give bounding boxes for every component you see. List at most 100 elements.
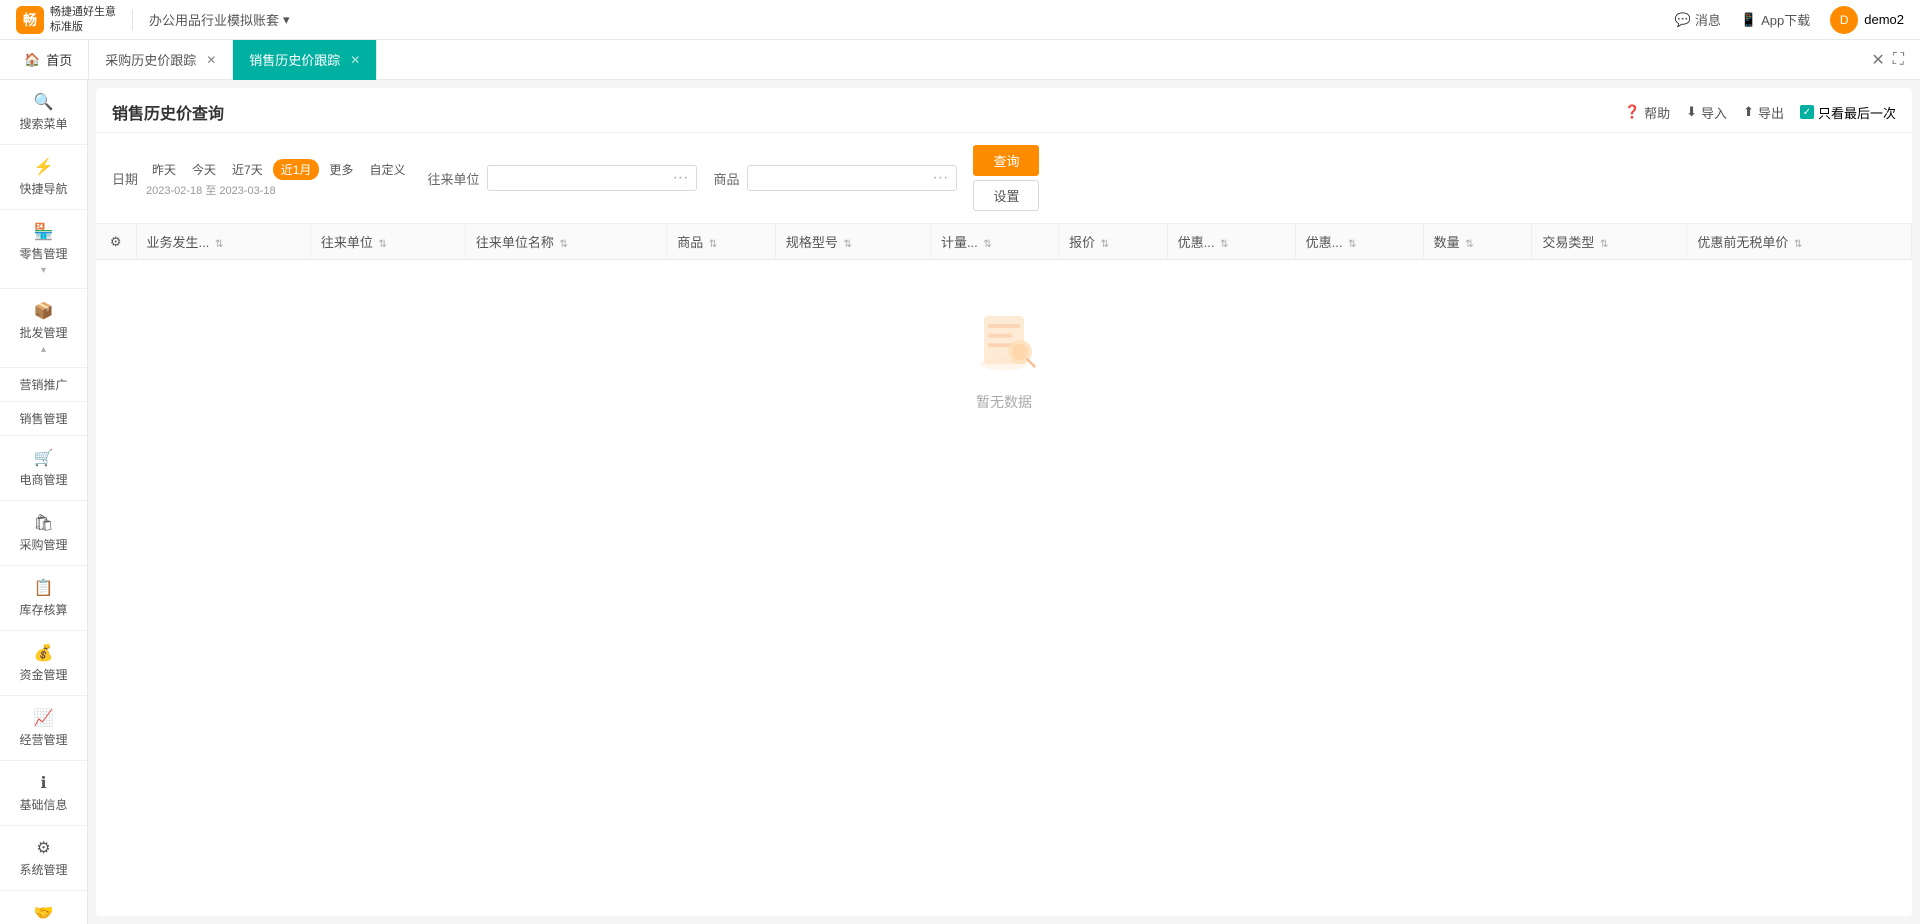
finance-icon: 💰 bbox=[34, 643, 54, 663]
date-btn-today[interactable]: 今天 bbox=[186, 159, 222, 180]
sidebar-item-search-menu[interactable]: 🔍 搜索菜单 bbox=[0, 80, 87, 145]
tab-purchase-history[interactable]: 采购历史价跟踪 ✕ bbox=[89, 40, 233, 80]
col-pre-discount-price[interactable]: 优惠前无税单价 ⇅ bbox=[1687, 224, 1912, 260]
wholesale-icon: 📦 bbox=[34, 301, 54, 321]
col-discount2[interactable]: 优惠... ⇅ bbox=[1295, 224, 1423, 260]
col-quantity[interactable]: 数量 ⇅ bbox=[1423, 224, 1532, 260]
product-input[interactable] bbox=[756, 171, 932, 186]
sidebar-item-enterprise-collab[interactable]: 🤝 企业协同 bbox=[0, 891, 87, 924]
filter-area: 日期 昨天 今天 近7天 近1月 更多 自定义 2023-02-18 至 202… bbox=[96, 133, 1912, 224]
tab-sales-history[interactable]: 销售历史价跟踪 ✕ bbox=[233, 40, 377, 80]
username: demo2 bbox=[1864, 12, 1904, 27]
sidebar-item-finance[interactable]: 💰 资金管理 bbox=[0, 631, 87, 696]
empty-state: 暂无数据 bbox=[96, 260, 1912, 452]
sort-icon: ⇅ bbox=[559, 239, 567, 250]
data-table: ⚙ 业务发生... ⇅ 往来单位 ⇅ 往来单位名称 ⇅ bbox=[96, 224, 1912, 260]
product-filter-group: 商品 ··· bbox=[713, 165, 957, 191]
home-icon: 🏠 bbox=[24, 52, 40, 68]
sidebar-item-inventory[interactable]: 📋 库存核算 bbox=[0, 566, 87, 631]
date-btn-yesterday[interactable]: 昨天 bbox=[146, 159, 182, 180]
content-area: 销售历史价查询 ❓ 帮助 ⬇ 导入 ⬆ 导出 ✓ bbox=[88, 80, 1920, 924]
filter-buttons: 查询 设置 bbox=[973, 145, 1039, 211]
sidebar-item-quick-nav[interactable]: ⚡ 快捷导航 bbox=[0, 145, 87, 210]
retail-icon: 🏪 bbox=[34, 222, 54, 242]
main-layout: 🔍 搜索菜单 ⚡ 快捷导航 🏪 零售管理 ▾ 📦 批发管理 ▴ 营销推广 销售管… bbox=[0, 80, 1920, 924]
sort-icon: ⇅ bbox=[378, 239, 386, 250]
partner-input-wrap: ··· bbox=[487, 165, 697, 191]
app-selector[interactable]: 办公用品行业模拟账套 ▾ bbox=[149, 10, 290, 29]
sidebar-item-operation[interactable]: 📈 经营管理 bbox=[0, 696, 87, 761]
page-header: 销售历史价查询 ❓ 帮助 ⬇ 导入 ⬆ 导出 ✓ bbox=[96, 88, 1912, 133]
help-icon: ❓ bbox=[1624, 104, 1640, 120]
col-trade-type[interactable]: 交易类型 ⇅ bbox=[1532, 224, 1687, 260]
purchase-icon: 🛍 bbox=[33, 513, 53, 533]
page-header-actions: ❓ 帮助 ⬇ 导入 ⬆ 导出 ✓ 只看最后一次 bbox=[1624, 103, 1896, 122]
col-settings[interactable]: ⚙ bbox=[96, 224, 136, 260]
sidebar-item-retail-mgmt[interactable]: 🏪 零售管理 ▾ bbox=[0, 210, 87, 289]
sidebar-item-ecommerce-mgmt[interactable]: 🛒 电商管理 bbox=[0, 436, 87, 501]
quick-nav-icon: ⚡ bbox=[34, 157, 54, 177]
chevron-down-icon: ▾ bbox=[283, 12, 290, 28]
tab-close-purchase[interactable]: ✕ bbox=[206, 53, 216, 67]
sort-icon: ⇅ bbox=[844, 239, 852, 250]
import-button[interactable]: ⬇ 导入 bbox=[1686, 103, 1727, 122]
search-icon: 🔍 bbox=[34, 92, 54, 112]
date-filter-wrap: 昨天 今天 近7天 近1月 更多 自定义 2023-02-18 至 2023-0… bbox=[146, 159, 411, 198]
sort-icon: ⇅ bbox=[709, 239, 717, 250]
table-header-row: ⚙ 业务发生... ⇅ 往来单位 ⇅ 往来单位名称 ⇅ bbox=[96, 224, 1912, 260]
tab-maximize-icon[interactable]: ⛶ bbox=[1893, 51, 1904, 69]
help-button[interactable]: ❓ 帮助 bbox=[1624, 103, 1670, 122]
sidebar-item-system-mgmt[interactable]: ⚙ 系统管理 bbox=[0, 826, 87, 891]
col-discount1[interactable]: 优惠... ⇅ bbox=[1167, 224, 1295, 260]
col-unit[interactable]: 计量... ⇅ bbox=[930, 224, 1058, 260]
sidebar-item-marketing[interactable]: 营销推广 bbox=[0, 368, 87, 402]
col-quote-price[interactable]: 报价 ⇅ bbox=[1058, 224, 1167, 260]
sidebar-item-purchase-mgmt[interactable]: 🛍 采购管理 bbox=[0, 501, 87, 566]
sidebar-item-sales-mgmt[interactable]: 销售管理 bbox=[0, 402, 87, 436]
sort-icon: ⇅ bbox=[1348, 239, 1356, 250]
app-download-action[interactable]: 📱 App下载 bbox=[1741, 10, 1810, 29]
logo-icon: 畅 bbox=[16, 6, 44, 34]
info-icon: ℹ bbox=[40, 773, 46, 793]
export-button[interactable]: ⬆ 导出 bbox=[1743, 103, 1784, 122]
date-btn-1month[interactable]: 近1月 bbox=[273, 159, 320, 180]
tab-bar: 🏠 首页 采购历史价跟踪 ✕ 销售历史价跟踪 ✕ ✕ ⛶ bbox=[0, 40, 1920, 80]
date-btn-7days[interactable]: 近7天 bbox=[226, 159, 269, 180]
message-icon: 💬 bbox=[1675, 12, 1691, 28]
date-label: 日期 bbox=[112, 169, 138, 188]
tab-close-sales[interactable]: ✕ bbox=[350, 53, 360, 67]
header-left: 畅 畅捷通好生意 标准版 办公用品行业模拟账套 ▾ bbox=[16, 5, 290, 34]
sort-icon: ⇅ bbox=[1600, 239, 1608, 250]
inventory-icon: 📋 bbox=[34, 578, 54, 598]
logo-area: 畅 畅捷通好生意 标准版 bbox=[16, 5, 116, 34]
sort-icon: ⇅ bbox=[1794, 239, 1802, 250]
page-title: 销售历史价查询 bbox=[112, 100, 224, 124]
collab-icon: 🤝 bbox=[34, 903, 54, 923]
only-latest-checkbox-group[interactable]: ✓ 只看最后一次 bbox=[1800, 103, 1896, 122]
query-button[interactable]: 查询 bbox=[973, 145, 1039, 176]
partner-filter-group: 往来单位 ··· bbox=[427, 165, 697, 191]
tab-bar-right: ✕ ⛶ bbox=[1871, 50, 1912, 70]
only-latest-checkbox[interactable]: ✓ bbox=[1800, 105, 1814, 119]
col-biz-date[interactable]: 业务发生... ⇅ bbox=[136, 224, 310, 260]
col-partner-name[interactable]: 往来单位名称 ⇅ bbox=[465, 224, 666, 260]
date-btn-custom[interactable]: 自定义 bbox=[363, 159, 411, 180]
date-btn-more[interactable]: 更多 bbox=[323, 159, 359, 180]
col-product[interactable]: 商品 ⇅ bbox=[667, 224, 776, 260]
ecommerce-icon: 🛒 bbox=[34, 448, 54, 468]
col-spec[interactable]: 规格型号 ⇅ bbox=[775, 224, 930, 260]
partner-picker-icon[interactable]: ··· bbox=[672, 169, 688, 187]
sidebar-item-basic-info[interactable]: ℹ 基础信息 bbox=[0, 761, 87, 826]
export-icon: ⬆ bbox=[1743, 104, 1754, 120]
message-action[interactable]: 💬 消息 bbox=[1675, 10, 1721, 29]
partner-input[interactable] bbox=[496, 171, 672, 186]
empty-text: 暂无数据 bbox=[976, 392, 1032, 412]
settings-button[interactable]: 设置 bbox=[973, 180, 1039, 211]
sidebar-item-wholesale-mgmt[interactable]: 📦 批发管理 ▴ bbox=[0, 289, 87, 368]
tab-home[interactable]: 🏠 首页 bbox=[8, 40, 89, 80]
import-icon: ⬇ bbox=[1686, 104, 1697, 120]
user-area[interactable]: D demo2 bbox=[1830, 6, 1904, 34]
col-partner-code[interactable]: 往来单位 ⇅ bbox=[310, 224, 465, 260]
product-picker-icon[interactable]: ··· bbox=[932, 169, 948, 187]
tab-close-all-icon[interactable]: ✕ bbox=[1871, 50, 1884, 70]
